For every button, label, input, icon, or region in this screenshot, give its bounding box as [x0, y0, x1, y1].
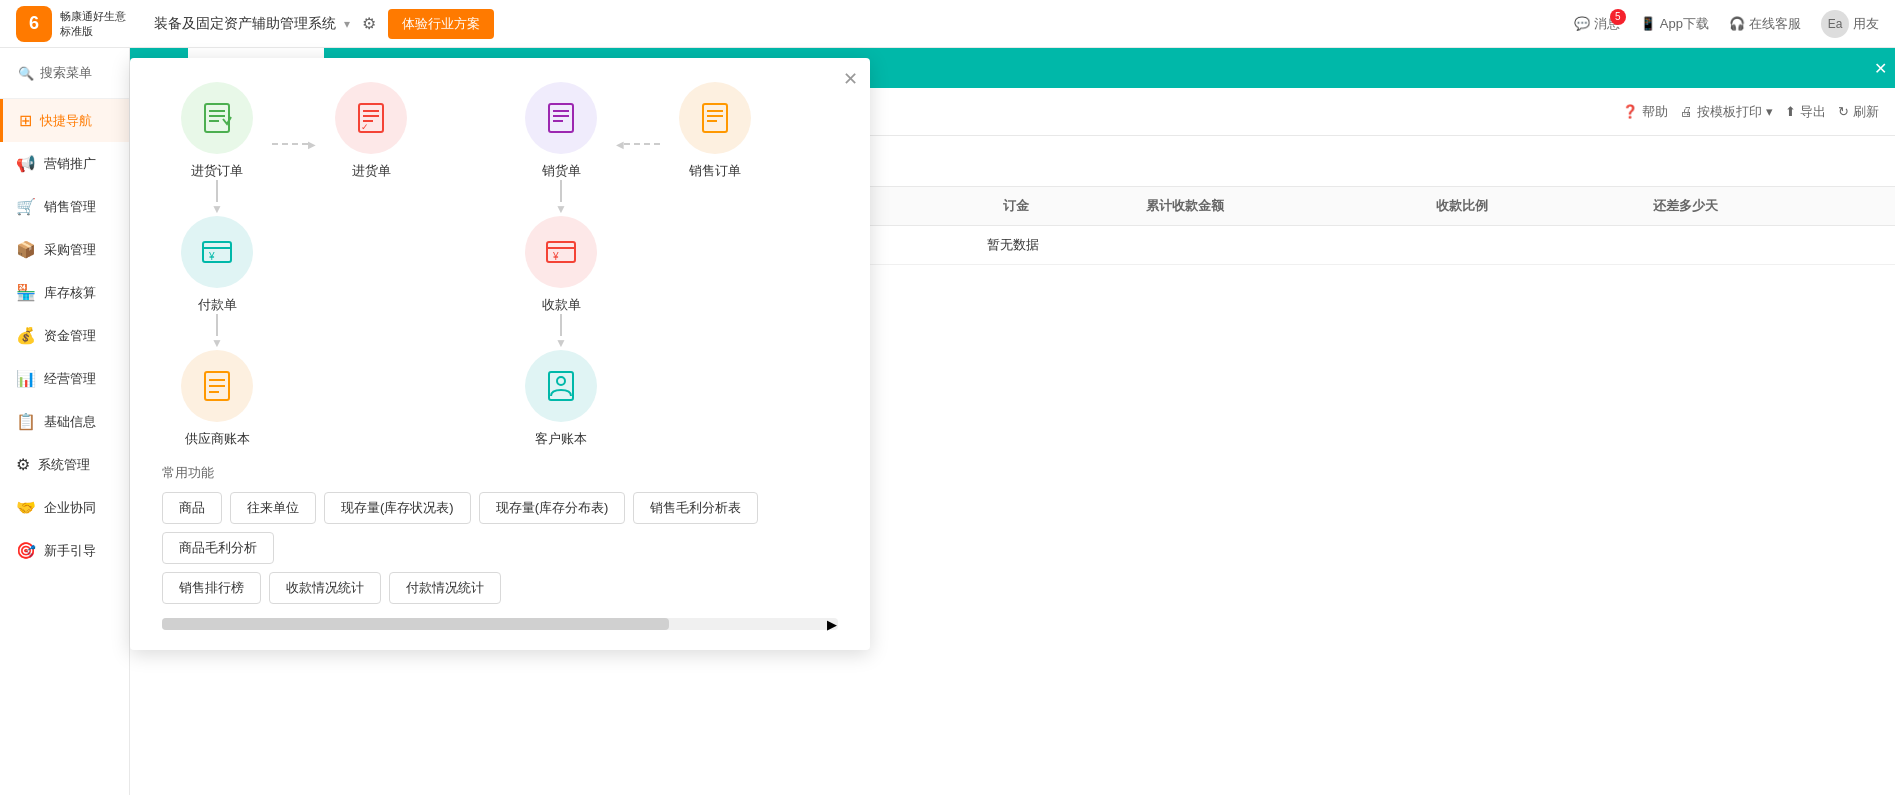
- receipt-label: 收款单: [542, 296, 581, 314]
- supplier-ledger-icon: [199, 368, 235, 404]
- modal-overlay: ✕: [0, 0, 1895, 795]
- btn-stock-distribution[interactable]: 现存量(库存分布表): [479, 492, 626, 524]
- sales-bill-circle: [525, 82, 597, 154]
- svg-point-24: [557, 377, 565, 385]
- btn-counterparty[interactable]: 往来单位: [230, 492, 316, 524]
- svg-rect-25: [703, 104, 727, 132]
- purchase-bill-label: 进货单: [352, 162, 391, 180]
- sales-order-label: 销售订单: [689, 162, 741, 180]
- purchase-bill-circle: ✓: [335, 82, 407, 154]
- btn-product[interactable]: 商品: [162, 492, 222, 524]
- svg-text:¥: ¥: [552, 251, 559, 262]
- svg-rect-4: [203, 242, 231, 262]
- common-title: 常用功能: [162, 464, 838, 482]
- btn-product-margin[interactable]: 商品毛利分析: [162, 532, 274, 564]
- middle-left-col: ✓ 进货单: [316, 82, 426, 180]
- right-flow-col: 销售订单: [660, 82, 770, 180]
- receipt-circle: ¥: [525, 216, 597, 288]
- customer-ledger-icon: [543, 368, 579, 404]
- svg-rect-0: [205, 104, 229, 132]
- receipt-icon: ¥: [543, 234, 579, 270]
- middle-right-col: 销货单 ▼ ¥: [506, 82, 616, 448]
- modal-box: ✕: [130, 58, 870, 650]
- sales-bill-label: 销货单: [542, 162, 581, 180]
- left-flow-col: 进货订单 ▼ ¥: [162, 82, 272, 448]
- flow-chart: 进货订单 ▼ ¥: [162, 82, 838, 448]
- btn-payment-stats[interactable]: 付款情况统计: [389, 572, 501, 604]
- modal-scrollbar: ▶: [162, 618, 838, 630]
- common-section: 常用功能 商品 往来单位 现存量(库存状况表) 现存量(库存分布表) 销售毛利分…: [162, 464, 838, 604]
- v-arrow-4: ▼: [555, 314, 567, 350]
- common-btns: 商品 往来单位 现存量(库存状况表) 现存量(库存分布表) 销售毛利分析表 商品…: [162, 492, 838, 564]
- supplier-ledger-label: 供应商账本: [185, 430, 250, 448]
- svg-text:✓: ✓: [361, 122, 369, 132]
- supplier-ledger-circle: [181, 350, 253, 422]
- btn-stock-status[interactable]: 现存量(库存状况表): [324, 492, 471, 524]
- customer-ledger-circle: [525, 350, 597, 422]
- common-btns-row2: 销售排行榜 收款情况统计 付款情况统计: [162, 572, 838, 604]
- payment-icon: ¥: [199, 234, 235, 270]
- flow-item-payment[interactable]: ¥ 付款单: [162, 216, 272, 314]
- svg-rect-16: [549, 104, 573, 132]
- btn-sales-margin[interactable]: 销售毛利分析表: [633, 492, 758, 524]
- app-wrapper: 6 畅康通好生意 标准版 装备及固定资产辅助管理系统 ▾ ⚙ 体验行业方案 💬 …: [0, 0, 1895, 795]
- v-arrow-1: ▼: [211, 180, 223, 216]
- payment-label: 付款单: [198, 296, 237, 314]
- v-arrow-3: ▼: [555, 180, 567, 216]
- svg-rect-20: [547, 242, 575, 262]
- flow-item-sales-bill[interactable]: 销货单: [506, 82, 616, 180]
- payment-circle: ¥: [181, 216, 253, 288]
- flow-item-purchase-bill[interactable]: ✓ 进货单: [316, 82, 426, 180]
- flow-item-receipt[interactable]: ¥ 收款单: [506, 216, 616, 314]
- modal-close-btn[interactable]: ✕: [843, 68, 858, 90]
- v-arrow-2: ▼: [211, 314, 223, 350]
- sales-order-icon: [697, 100, 733, 136]
- purchase-order-icon: [199, 100, 235, 136]
- sales-bill-icon: [543, 100, 579, 136]
- flow-item-sales-order[interactable]: 销售订单: [660, 82, 770, 180]
- svg-text:¥: ¥: [208, 251, 215, 262]
- modal-scrollbar-thumb[interactable]: [162, 618, 669, 630]
- customer-ledger-label: 客户账本: [535, 430, 587, 448]
- h-arrow-1: ▶: [272, 82, 316, 180]
- purchase-order-label: 进货订单: [191, 162, 243, 180]
- purchase-order-circle: [181, 82, 253, 154]
- btn-sales-ranking[interactable]: 销售排行榜: [162, 572, 261, 604]
- scroll-right-btn[interactable]: ▶: [824, 616, 840, 632]
- flow-item-customer-ledger[interactable]: 客户账本: [506, 350, 616, 448]
- flow-item-supplier-ledger[interactable]: 供应商账本: [162, 350, 272, 448]
- btn-collection-stats[interactable]: 收款情况统计: [269, 572, 381, 604]
- sales-order-circle: [679, 82, 751, 154]
- flow-item-purchase-order[interactable]: 进货订单: [162, 82, 272, 180]
- purchase-bill-icon: ✓: [353, 100, 389, 136]
- h-arrow-2: ◀: [616, 82, 660, 180]
